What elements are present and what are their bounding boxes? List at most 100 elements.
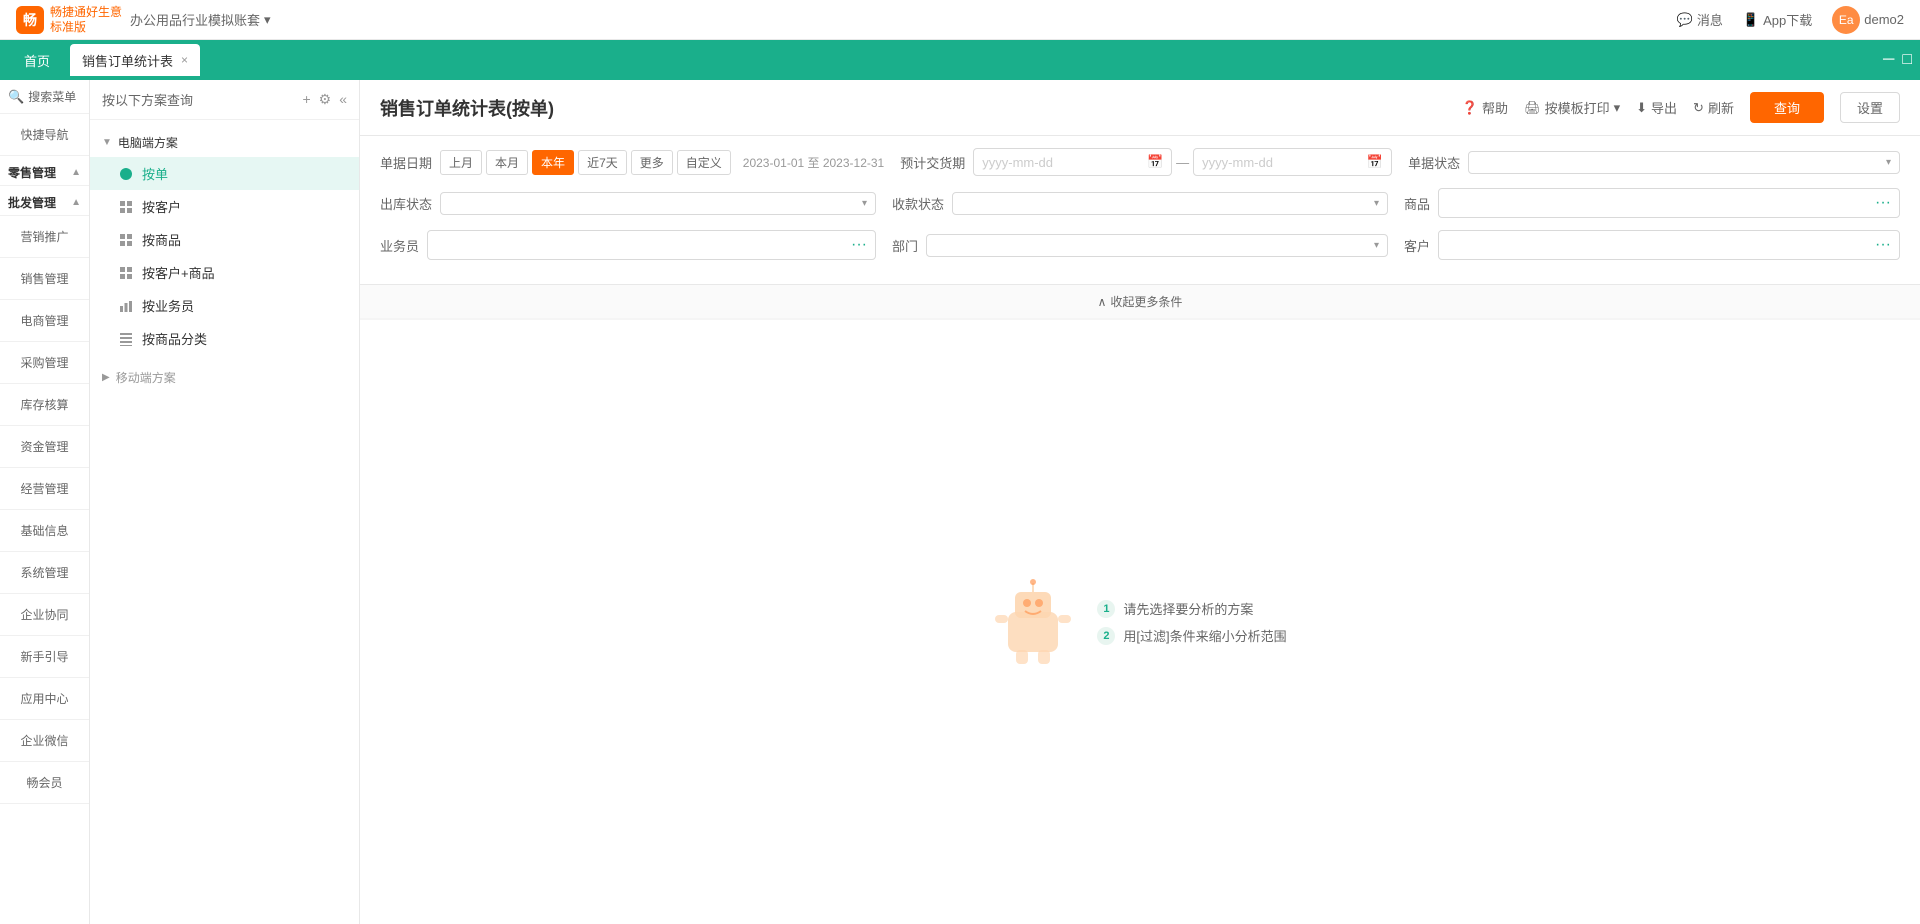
app-download-button[interactable]: 📱 App下载 (1743, 10, 1812, 29)
export-button[interactable]: ⬇ 导出 (1636, 98, 1677, 117)
help-icon: ❓ (1462, 100, 1478, 116)
payment-status-select[interactable]: ▾ (952, 192, 1388, 215)
sidebar-item-enterprise[interactable]: 企业协同 (0, 600, 89, 629)
setting-button[interactable]: 设置 (1840, 92, 1900, 123)
filter-item-payment-status: 收款状态 ▾ (892, 192, 1388, 215)
query-button[interactable]: 查询 (1750, 92, 1824, 123)
sidebar-item-ecommerce[interactable]: 电商管理 (0, 306, 89, 335)
scheme-item-by-customer-product[interactable]: 按客户+商品 (90, 256, 359, 289)
username: demo2 (1864, 12, 1904, 27)
date-btn-more[interactable]: 更多 (631, 150, 673, 175)
tab-home[interactable]: 首页 (8, 44, 66, 76)
customer-dots-icon: ··· (1875, 236, 1891, 254)
tab-bar: 首页 销售订单统计表 × ─ □ (0, 40, 1920, 80)
date-btn-thismonth[interactable]: 本月 (486, 150, 528, 175)
page-title: 销售订单统计表(按单) (380, 95, 554, 121)
product-dots-icon: ··· (1875, 194, 1891, 212)
date-btn-thisyear[interactable]: 本年 (532, 150, 574, 175)
breadcrumb[interactable]: 办公用品行业模拟账套 ▾ (130, 10, 271, 29)
scheme-item-by-customer[interactable]: 按客户 (90, 190, 359, 223)
scheme-icon-customer-product (118, 265, 134, 281)
expected-date-end[interactable]: yyyy-mm-dd 📅 (1193, 148, 1392, 176)
sidebar-item-system[interactable]: 系统管理 (0, 558, 89, 587)
status-select[interactable]: ▾ (1468, 151, 1900, 174)
tab-minimize-icon[interactable]: ─ (1883, 51, 1894, 69)
customer-label: 客户 (1404, 236, 1430, 255)
tab-close-icon[interactable]: × (181, 53, 188, 67)
print-icon: 🖨 (1524, 100, 1541, 116)
add-scheme-button[interactable]: + (302, 91, 310, 108)
filter-item-status: 单据状态 ▾ (1408, 151, 1900, 174)
sidebar-item-retail[interactable]: 零售管理▲ (0, 156, 89, 185)
scheme-label-customer-product: 按客户+商品 (142, 263, 215, 282)
page-title-row: 销售订单统计表(按单) ❓ 帮助 🖨 按模板打印 ▾ ⬇ (380, 92, 1900, 123)
filter-item-department: 部门 ▾ (892, 234, 1388, 257)
filter-row-3: 业务员 ··· 部门 ▾ 客户 (380, 230, 1900, 260)
scheme-label-customer: 按客户 (142, 197, 181, 216)
scheme-icon-category (118, 331, 134, 347)
sidebar-item-sales[interactable]: 销售管理 (0, 264, 89, 293)
expected-end-placeholder: yyyy-mm-dd (1202, 155, 1273, 170)
mobile-schemes-header[interactable]: ▶ 移动端方案 (90, 363, 359, 392)
sidebar-purchase: 采购管理 (0, 342, 89, 384)
sidebar-item-marketing[interactable]: 营销推广 (0, 222, 89, 251)
collapse-bar[interactable]: ∧ 收起更多条件 (360, 284, 1920, 318)
sidebar-member: 畅会员 (0, 762, 89, 804)
left-panel: 按以下方案查询 + ⚙ « ▼ 电脑端方案 (90, 80, 360, 924)
calendar-end-icon: 📅 (1367, 154, 1383, 170)
sidebar-item-basic[interactable]: 基础信息 (0, 516, 89, 545)
date-btn-last7[interactable]: 近7天 (578, 150, 627, 175)
message-button[interactable]: 💬 消息 (1677, 10, 1723, 29)
filter-item-product: 商品 ··· (1404, 188, 1900, 218)
empty-robot-illustration (993, 577, 1073, 667)
department-select[interactable]: ▾ (926, 234, 1388, 257)
sidebar-item-quicknav[interactable]: 快捷导航 (0, 120, 89, 149)
warehouse-status-select[interactable]: ▾ (440, 192, 876, 215)
help-button[interactable]: ❓ 帮助 (1462, 98, 1508, 117)
sidebar-item-member[interactable]: 畅会员 (0, 768, 89, 797)
expected-date-start[interactable]: yyyy-mm-dd 📅 (973, 148, 1172, 176)
scheme-item-by-product[interactable]: 按商品 (90, 223, 359, 256)
tab-maximize-icon[interactable]: □ (1902, 51, 1912, 69)
page-area: 按以下方案查询 + ⚙ « ▼ 电脑端方案 (90, 80, 1920, 924)
search-icon: 🔍 (8, 89, 24, 105)
sidebar-item-newguide[interactable]: 新手引导 (0, 642, 89, 671)
sidebar-item-wechat[interactable]: 企业微信 (0, 726, 89, 755)
scheme-label-salesperson: 按业务员 (142, 296, 194, 315)
sidebar-item-wholesale[interactable]: 批发管理▲ (0, 186, 89, 215)
scheme-item-by-order[interactable]: 按单 (90, 157, 359, 190)
warehouse-select-arrow: ▾ (862, 198, 867, 209)
print-button[interactable]: 🖨 按模板打印 ▾ (1524, 98, 1620, 117)
right-content: 销售订单统计表(按单) ❓ 帮助 🖨 按模板打印 ▾ ⬇ (360, 80, 1920, 924)
sidebar-item-operations[interactable]: 经营管理 (0, 474, 89, 503)
app-download-icon: 📱 (1743, 12, 1759, 28)
department-label: 部门 (892, 236, 918, 255)
expected-start-placeholder: yyyy-mm-dd (982, 155, 1053, 170)
salesperson-select[interactable]: ··· (427, 230, 876, 260)
sidebar-search[interactable]: 🔍 搜索菜单 (0, 80, 89, 114)
date-btn-custom[interactable]: 自定义 (677, 150, 731, 175)
filter-item-expected-date: 预计交货期 yyyy-mm-dd 📅 — yyyy-mm-dd 📅 (900, 148, 1392, 176)
sidebar-item-purchase[interactable]: 采购管理 (0, 348, 89, 377)
sidebar-item-appstore[interactable]: 应用中心 (0, 684, 89, 713)
tab-active[interactable]: 销售订单统计表 × (70, 44, 200, 76)
user-menu[interactable]: Ea demo2 (1832, 6, 1904, 34)
message-icon: 💬 (1677, 12, 1693, 28)
top-bar-left: 畅 畅捷通好生意 标准版 办公用品行业模拟账套 ▾ (16, 5, 271, 34)
scheme-item-by-salesperson[interactable]: 按业务员 (90, 289, 359, 322)
scheme-settings-icon[interactable]: ⚙ (319, 91, 332, 108)
date-btn-lastmonth[interactable]: 上月 (440, 150, 482, 175)
collapse-panel-icon[interactable]: « (339, 91, 347, 108)
expected-date-range: yyyy-mm-dd 📅 — yyyy-mm-dd 📅 (973, 148, 1392, 176)
sidebar-item-inventory[interactable]: 库存核算 (0, 390, 89, 419)
sidebar-system: 系统管理 (0, 552, 89, 594)
avatar: Ea (1832, 6, 1860, 34)
scheme-item-by-category[interactable]: 按商品分类 (90, 322, 359, 355)
left-panel-title: 按以下方案查询 (102, 90, 193, 109)
sidebar-enterprise: 企业协同 (0, 594, 89, 636)
refresh-button[interactable]: ↻ 刷新 (1693, 98, 1734, 117)
desktop-schemes-header[interactable]: ▼ 电脑端方案 (90, 128, 359, 157)
sidebar-item-finance[interactable]: 资金管理 (0, 432, 89, 461)
customer-select[interactable]: ··· (1438, 230, 1900, 260)
product-select[interactable]: ··· (1438, 188, 1900, 218)
